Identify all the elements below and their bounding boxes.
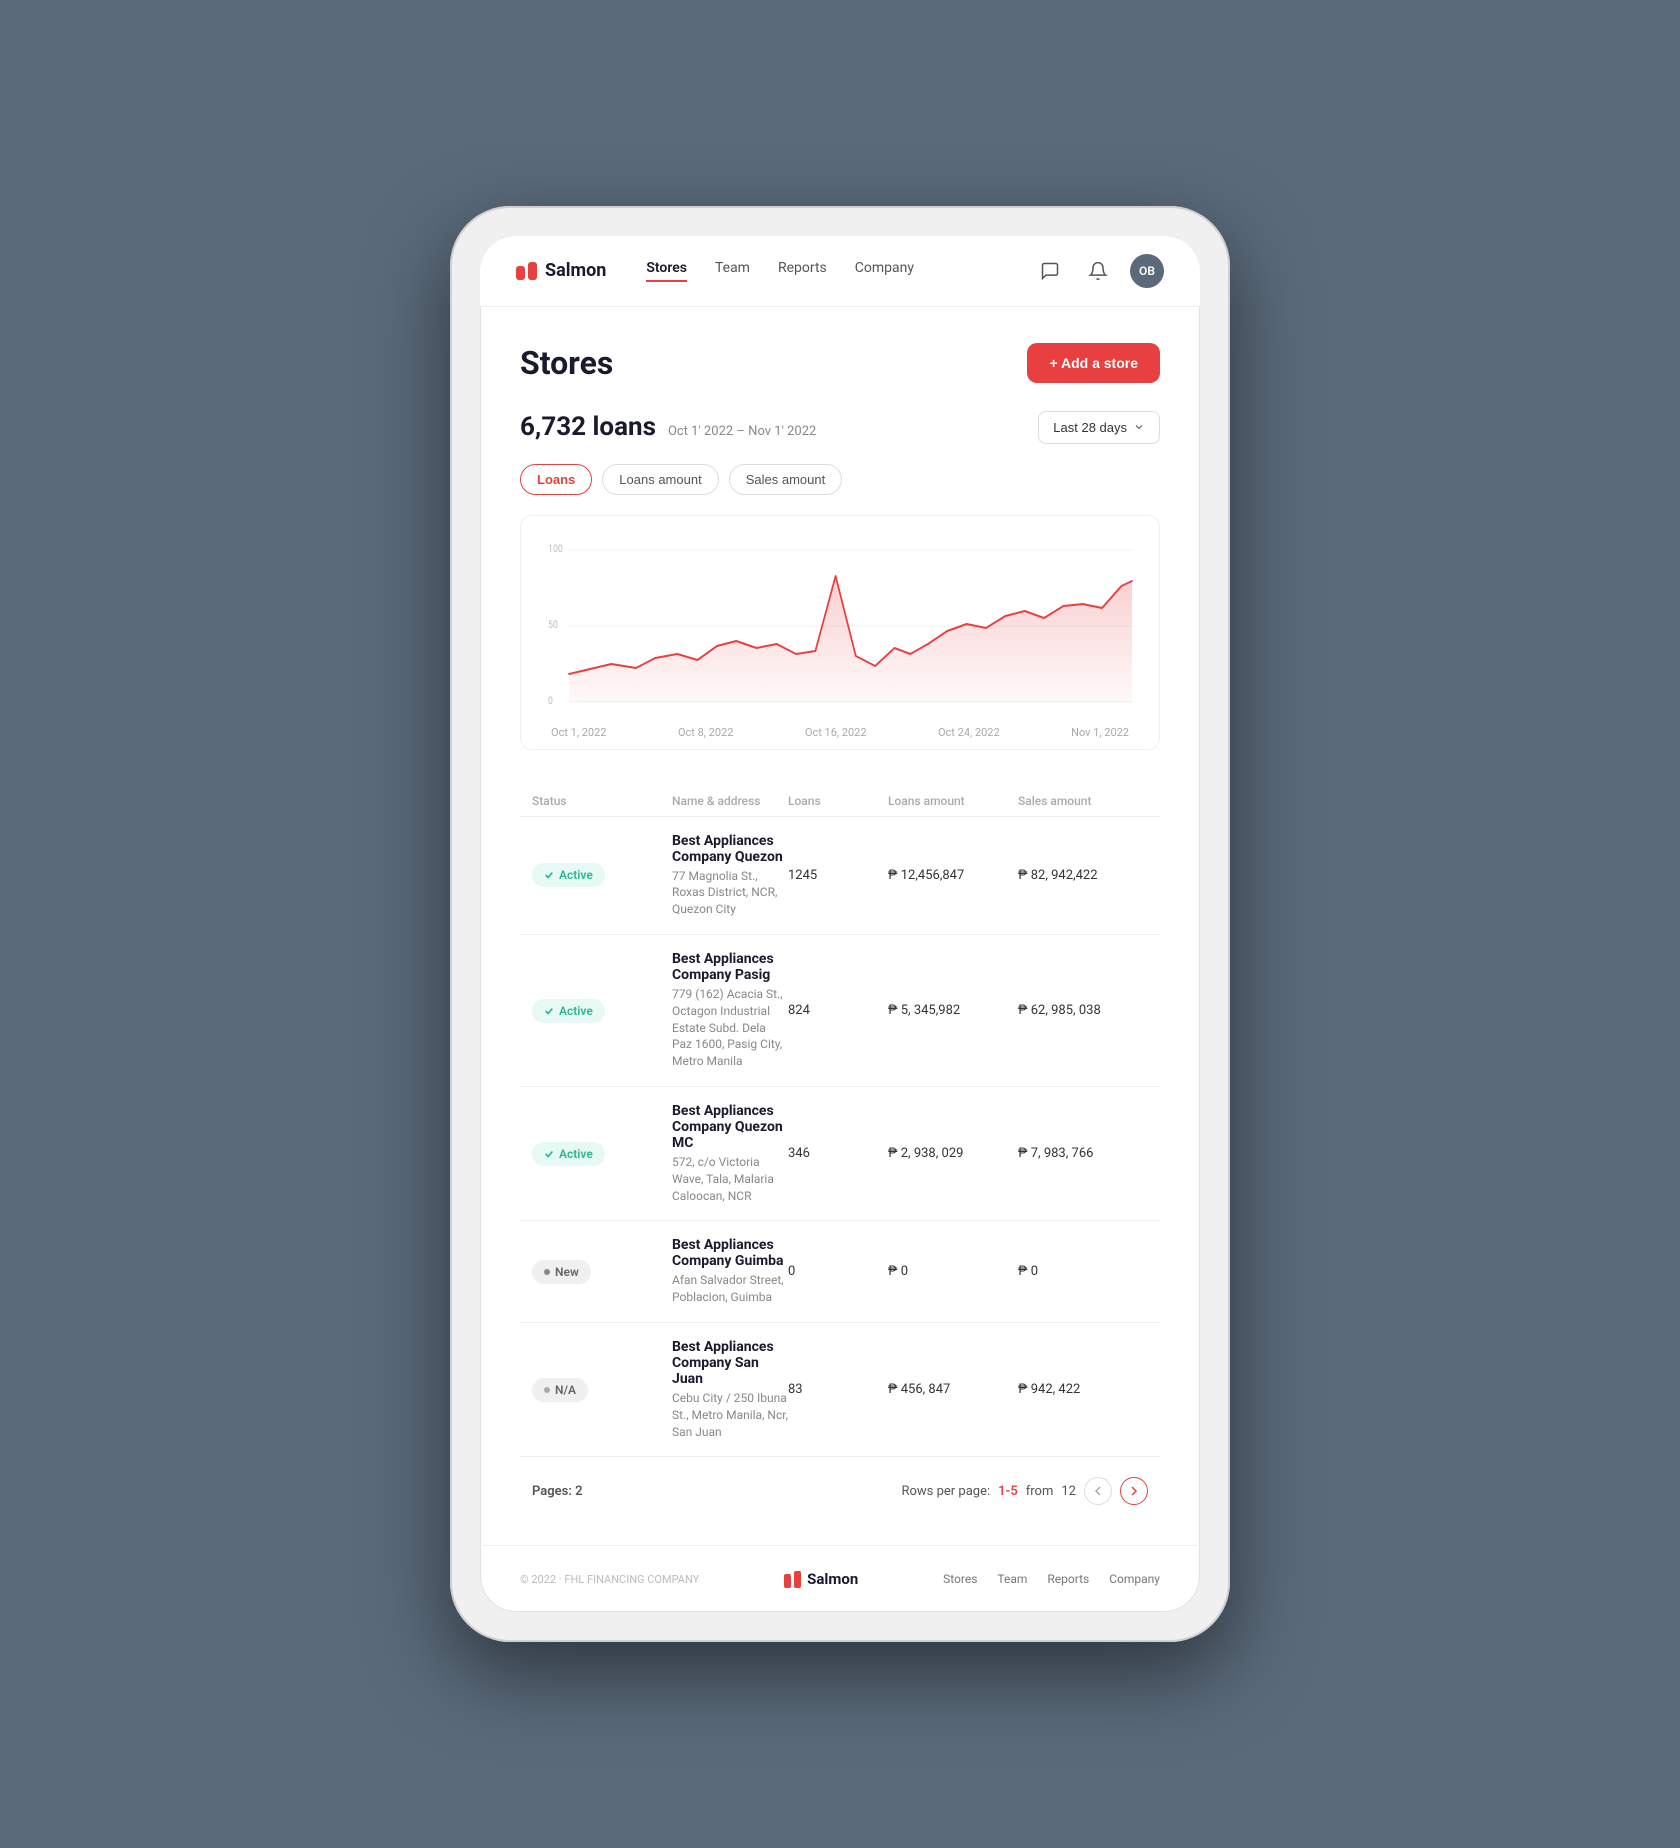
status-cell: N/A [532,1378,672,1402]
footer-nav-company[interactable]: Company [1109,1572,1160,1586]
navbar: Salmon Stores Team Reports Company OB [480,236,1200,307]
chat-icon[interactable] [1034,255,1066,287]
footer-nav-reports[interactable]: Reports [1047,1572,1089,1586]
x-label-4: Oct 24, 2022 [938,726,1000,739]
nav-links: Stores Team Reports Company [646,260,1034,282]
stores-table: Status Name & address Loans Loans amount… [520,786,1160,1458]
col-loans-amount: Loans amount [888,794,1018,808]
chart-tabs: Loans Loans amount Sales amount [520,464,1160,495]
status-badge: N/A [532,1378,588,1402]
x-label-1: Oct 1, 2022 [551,726,606,739]
nav-team[interactable]: Team [715,260,750,282]
svg-text:0: 0 [548,695,553,707]
col-name: Name & address [672,794,788,808]
loans-amount-cell: ₱ 2, 938, 029 [888,1146,1018,1161]
name-cell: Best Appliances Company Pasig 779 (162) … [672,951,788,1070]
logo-text: Salmon [545,260,606,281]
logo[interactable]: Salmon [516,260,606,281]
loans-cell: 0 [788,1264,888,1279]
loans-amount-cell: ₱ 0 [888,1264,1018,1279]
pagination: Pages: 2 Rows per page: 1-5 from 12 [520,1457,1160,1505]
sales-amount-cell: ₱ 62, 985, 038 [1018,1003,1148,1018]
loans-cell: 346 [788,1146,888,1161]
x-label-3: Oct 16, 2022 [805,726,867,739]
x-label-5: Nov 1, 2022 [1071,726,1129,739]
status-badge: Active [532,999,605,1023]
tab-loans[interactable]: Loans [520,464,592,495]
col-loans: Loans [788,794,888,808]
name-cell: Best Appliances Company Quezon 77 Magnol… [672,833,788,918]
chart-container: 100 50 0 [520,515,1160,750]
status-cell: New [532,1260,672,1284]
col-sales-amount: Sales amount [1018,794,1148,808]
main-content: Stores + Add a store 6,732 loans Oct 1' … [480,307,1200,1546]
nav-actions: OB [1034,254,1164,288]
page-header: Stores + Add a store [520,343,1160,383]
nav-stores[interactable]: Stores [646,260,687,282]
footer-logo-text: Salmon [807,1570,858,1588]
name-cell: Best Appliances Company San Juan Cebu Ci… [672,1339,788,1440]
date-filter-button[interactable]: Last 28 days [1038,411,1160,444]
nav-company[interactable]: Company [855,260,914,282]
table-header: Status Name & address Loans Loans amount… [520,786,1160,817]
sales-amount-cell: ₱ 942, 422 [1018,1382,1148,1397]
logo-icon [516,262,537,280]
status-badge: Active [532,1142,605,1166]
pagination-next-button[interactable] [1120,1477,1148,1505]
footer-logo: Salmon [784,1570,858,1588]
bell-icon[interactable] [1082,255,1114,287]
name-cell: Best Appliances Company Quezon MC 572, c… [672,1103,788,1204]
loans-amount-cell: ₱ 12,456,847 [888,868,1018,883]
footer-nav: Stores Team Reports Company [943,1572,1160,1586]
tab-loans-amount[interactable]: Loans amount [602,464,718,495]
footer-copyright: © 2022 · FHL FINANCING COMPANY [520,1573,699,1586]
status-badge: Active [532,863,605,887]
table-row[interactable]: Active Best Appliances Company Quezon 77… [520,817,1160,935]
col-status: Status [532,794,672,808]
nav-reports[interactable]: Reports [778,260,827,282]
loans-amount-cell: ₱ 5, 345,982 [888,1003,1018,1018]
add-store-button[interactable]: + Add a store [1027,343,1160,383]
svg-text:100: 100 [548,543,563,555]
pagination-pages: Pages: 2 [532,1484,583,1499]
x-label-2: Oct 8, 2022 [678,726,733,739]
status-cell: Active [532,863,672,887]
sales-amount-cell: ₱ 0 [1018,1264,1148,1279]
svg-text:50: 50 [548,619,558,631]
pagination-prev-button[interactable] [1084,1477,1112,1505]
table-row[interactable]: N/A Best Appliances Company San Juan Ceb… [520,1323,1160,1457]
user-avatar[interactable]: OB [1130,254,1164,288]
stats-count: 6,732 loans Oct 1' 2022 – Nov 1' 2022 [520,412,816,442]
footer-nav-team[interactable]: Team [997,1572,1027,1586]
footer-logo-icon [784,1571,801,1588]
loans-count: 6,732 loans [520,412,656,442]
page-title: Stores [520,344,613,382]
stats-bar: 6,732 loans Oct 1' 2022 – Nov 1' 2022 La… [520,411,1160,444]
stats-period: Oct 1' 2022 – Nov 1' 2022 [668,424,816,439]
footer-nav-stores[interactable]: Stores [943,1572,977,1586]
name-cell: Best Appliances Company Guimba Afan Salv… [672,1237,788,1306]
loans-amount-cell: ₱ 456, 847 [888,1382,1018,1397]
table-row[interactable]: Active Best Appliances Company Pasig 779… [520,935,1160,1087]
status-badge: New [532,1260,591,1284]
loans-cell: 1245 [788,868,888,883]
status-cell: Active [532,999,672,1023]
sales-amount-cell: ₱ 82, 942,422 [1018,868,1148,883]
footer: © 2022 · FHL FINANCING COMPANY Salmon St… [480,1545,1200,1612]
chart-x-labels: Oct 1, 2022 Oct 8, 2022 Oct 16, 2022 Oct… [541,720,1139,739]
table-row[interactable]: New Best Appliances Company Guimba Afan … [520,1221,1160,1323]
loans-cell: 824 [788,1003,888,1018]
status-cell: Active [532,1142,672,1166]
chart-svg: 100 50 0 [541,536,1139,716]
loans-cell: 83 [788,1382,888,1397]
pagination-right: Rows per page: 1-5 from 12 [901,1477,1148,1505]
sales-amount-cell: ₱ 7, 983, 766 [1018,1146,1148,1161]
tab-sales-amount[interactable]: Sales amount [729,464,843,495]
table-row[interactable]: Active Best Appliances Company Quezon MC… [520,1087,1160,1221]
